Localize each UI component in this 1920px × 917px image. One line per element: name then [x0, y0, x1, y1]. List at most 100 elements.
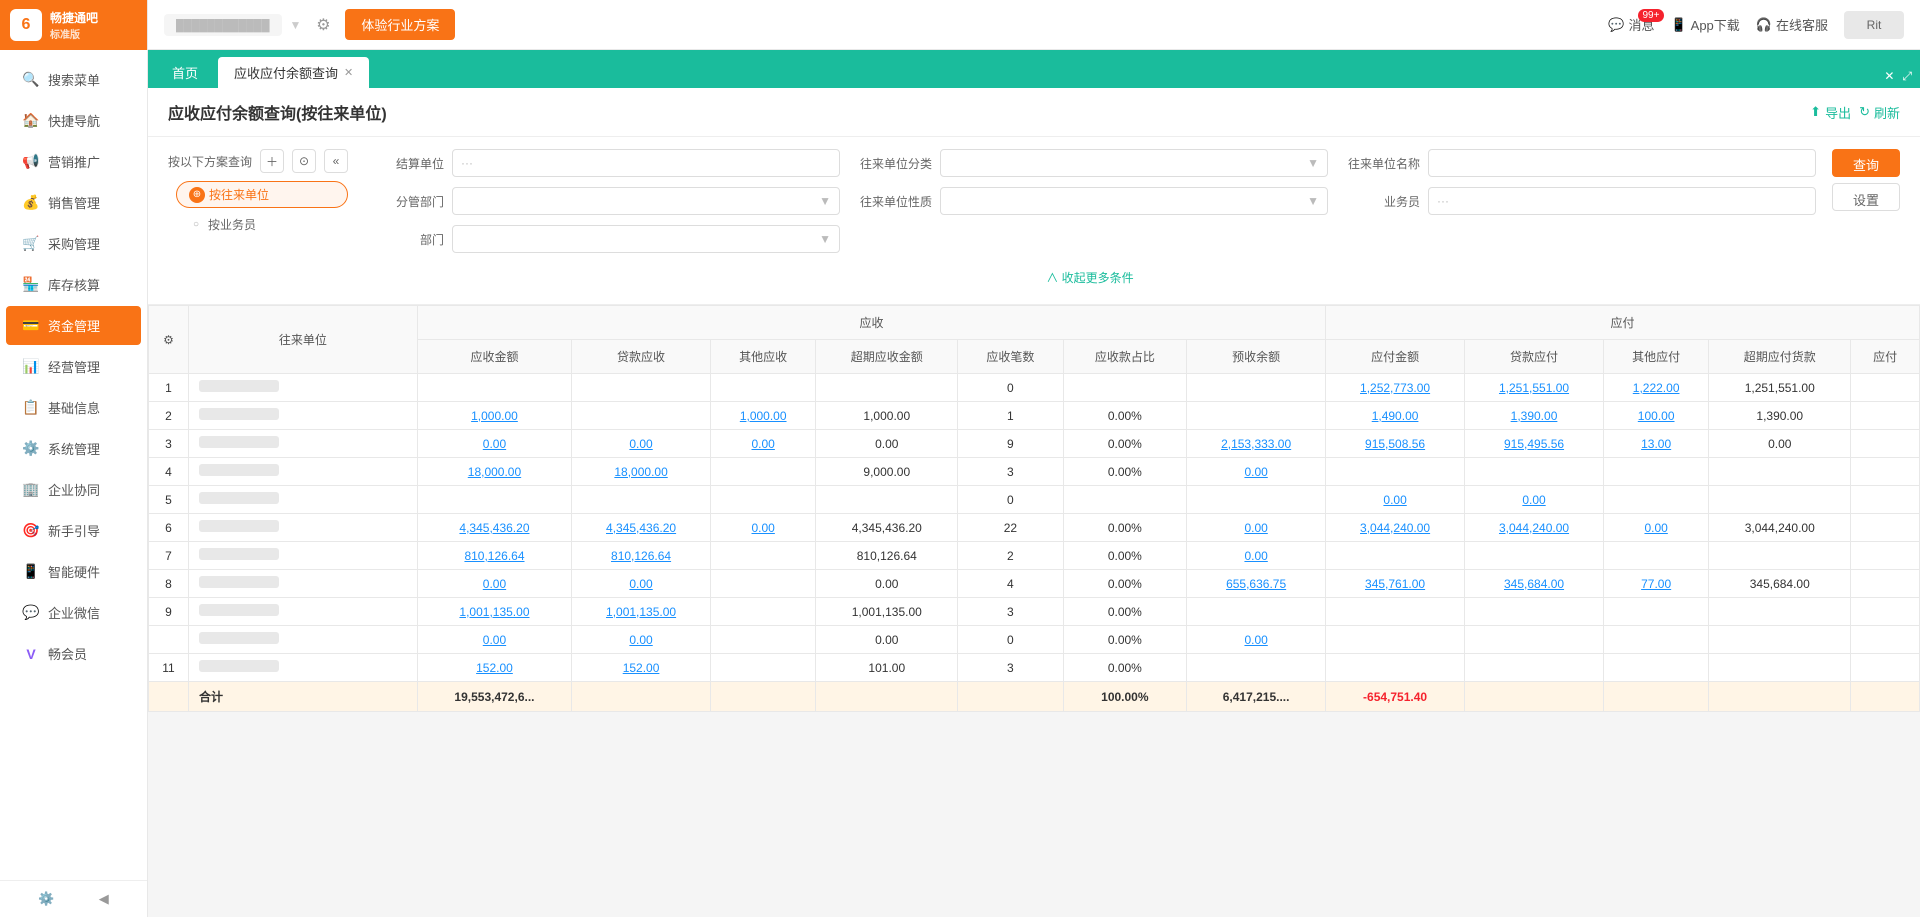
filter-by-staff[interactable]: ○ 按业务员 [176, 212, 348, 237]
row-partner [189, 430, 418, 458]
sidebar-item-label: 系统管理 [48, 439, 100, 458]
table-row: 1 0 1,252,773.00 1,251,551.00 1,222.00 1… [149, 374, 1920, 402]
gear-button[interactable]: ⚙ [309, 11, 337, 39]
export-btn[interactable]: ⬆ 导出 [1810, 103, 1851, 122]
row-pay-overdue [1709, 654, 1851, 682]
row-recv-other [711, 570, 816, 598]
collapse-btn[interactable]: ∧ 收起更多条件 [364, 263, 1816, 292]
app-label: App下载 [1691, 15, 1740, 34]
row-recv-amount: 18,000.00 [417, 458, 571, 486]
sidebar-item-label: 经营管理 [48, 357, 100, 376]
row-pay-col14 [1851, 458, 1920, 486]
collapse-bottom-btn[interactable]: ◀ [99, 891, 109, 907]
row-recv-ratio [1063, 486, 1187, 514]
table-row: 2 1,000.00 1,000.00 1,000.00 1 0.00% 1,4… [149, 402, 1920, 430]
right-buttons: 查询 设置 [1832, 149, 1900, 211]
service-icon: 🎧 [1756, 17, 1772, 33]
filter-unit-icon: ⊕ [189, 187, 205, 203]
row-recv-other [711, 598, 816, 626]
refresh-btn[interactable]: ↻ 刷新 [1859, 103, 1900, 122]
row-pay-loan: 915,495.56 [1465, 430, 1604, 458]
add-filter-btn[interactable]: ＋ [260, 149, 284, 173]
row-recv-overdue [816, 374, 958, 402]
sidebar-item-smart[interactable]: 📱 智能硬件 [6, 552, 141, 591]
sidebar-item-search[interactable]: 🔍 搜索菜单 [6, 60, 141, 99]
sidebar-item-corp[interactable]: 🏢 企业协同 [6, 470, 141, 509]
row-recv-count: 3 [958, 458, 1063, 486]
service-btn[interactable]: 🎧 在线客服 [1756, 15, 1828, 34]
sidebar-item-inventory[interactable]: 🏪 库存核算 [6, 265, 141, 304]
settlement-input[interactable]: ··· [452, 149, 840, 177]
row-recv-overdue: 0.00 [816, 430, 958, 458]
dept-arrow: ▼ [819, 232, 831, 246]
user-avatar[interactable]: Rit [1844, 11, 1904, 39]
th-pay-col14: 应付 [1851, 340, 1920, 374]
row-partner [189, 542, 418, 570]
row-recv-overdue: 0.00 [816, 570, 958, 598]
settings-filter-btn[interactable]: ⊙ [292, 149, 316, 173]
settlement-dots: ··· [461, 156, 473, 170]
tab-balance[interactable]: 应收应付余额查询 ✕ [218, 57, 369, 88]
sidebar-item-member[interactable]: V 畅会员 [6, 634, 141, 673]
sidebar-item-operation[interactable]: 📊 经营管理 [6, 347, 141, 386]
sidebar-item-system[interactable]: ⚙️ 系统管理 [6, 429, 141, 468]
footer-recv-amount: 19,553,472,6... [417, 682, 571, 712]
unit-nature-input[interactable]: ▼ [940, 187, 1328, 215]
setting-btn[interactable]: 设置 [1832, 183, 1900, 211]
sidebar-item-label: 企业微信 [48, 603, 100, 622]
messages-btn[interactable]: 💬 消息 99+ [1608, 15, 1654, 34]
row-prepay-balance [1187, 654, 1326, 682]
row-recv-ratio: 0.00% [1063, 430, 1187, 458]
unit-category-input[interactable]: ▼ [940, 149, 1328, 177]
th-settings[interactable]: ⚙ [149, 306, 189, 374]
dept-input[interactable]: ▼ [452, 225, 840, 253]
page-title: 应收应付余额查询(按往来单位) [168, 100, 387, 124]
row-pay-col14 [1851, 430, 1920, 458]
th-payable-group: 应付 [1326, 306, 1920, 340]
row-partner [189, 374, 418, 402]
row-recv-other [711, 542, 816, 570]
minimize-icon[interactable]: ✕ [1884, 69, 1894, 84]
settings-bottom-btn[interactable]: ⚙️ [38, 891, 54, 907]
app-download-btn[interactable]: 📱 App下载 [1670, 15, 1739, 34]
sidebar-item-basic[interactable]: 📋 基础信息 [6, 388, 141, 427]
sidebar-item-marketing[interactable]: 📢 营销推广 [6, 142, 141, 181]
sidebar-item-guide[interactable]: 🎯 新手引导 [6, 511, 141, 550]
back-filter-btn[interactable]: « [324, 149, 348, 173]
row-recv-overdue: 1,000.00 [816, 402, 958, 430]
row-no: 6 [149, 514, 189, 542]
collapse-icon: ∧ [1046, 271, 1058, 285]
sidebar-item-wechat[interactable]: 💬 企业微信 [6, 593, 141, 632]
row-prepay-balance [1187, 598, 1326, 626]
query-btn[interactable]: 查询 [1832, 149, 1900, 177]
sidebar-bottom: ⚙️ ◀ [0, 880, 147, 917]
tab-home[interactable]: 首页 [156, 57, 214, 88]
sidebar-item-finance[interactable]: 💳 资金管理 [6, 306, 141, 345]
purchase-icon: 🛒 [22, 235, 40, 253]
sidebar-item-label: 营销推广 [48, 152, 100, 171]
row-pay-col14 [1851, 514, 1920, 542]
sidebar-item-label: 智能硬件 [48, 562, 100, 581]
row-pay-col14 [1851, 402, 1920, 430]
dept-label: 部门 [364, 231, 444, 248]
salesman-input[interactable]: ··· [1428, 187, 1816, 215]
dept-mgr-input[interactable]: ▼ [452, 187, 840, 215]
th-recv-other: 其他应收 [711, 340, 816, 374]
sidebar-item-quick[interactable]: 🏠 快捷导航 [6, 101, 141, 140]
filter-by-unit[interactable]: ⊕ 按往来单位 [176, 181, 348, 208]
row-pay-other: 77.00 [1604, 570, 1709, 598]
guide-icon: 🎯 [22, 522, 40, 540]
sidebar-item-purchase[interactable]: 🛒 采购管理 [6, 224, 141, 263]
footer-label: 合计 [189, 682, 418, 712]
row-recv-amount: 0.00 [417, 570, 571, 598]
sidebar-item-sales[interactable]: 💰 销售管理 [6, 183, 141, 222]
tab-close-icon[interactable]: ✕ [344, 66, 353, 79]
maximize-icon[interactable]: ⤢ [1902, 69, 1912, 84]
tabs-bar: 首页 应收应付余额查询 ✕ ✕ ⤢ [148, 50, 1920, 88]
unit-name-input[interactable] [1428, 149, 1816, 177]
trial-btn[interactable]: 体验行业方案 [345, 9, 455, 40]
row-partner [189, 402, 418, 430]
user-label: Rit [1867, 18, 1882, 32]
field-dept-mgr: 分管部门 ▼ [364, 187, 840, 215]
table-row: 11 152.00 152.00 101.00 3 0.00% [149, 654, 1920, 682]
